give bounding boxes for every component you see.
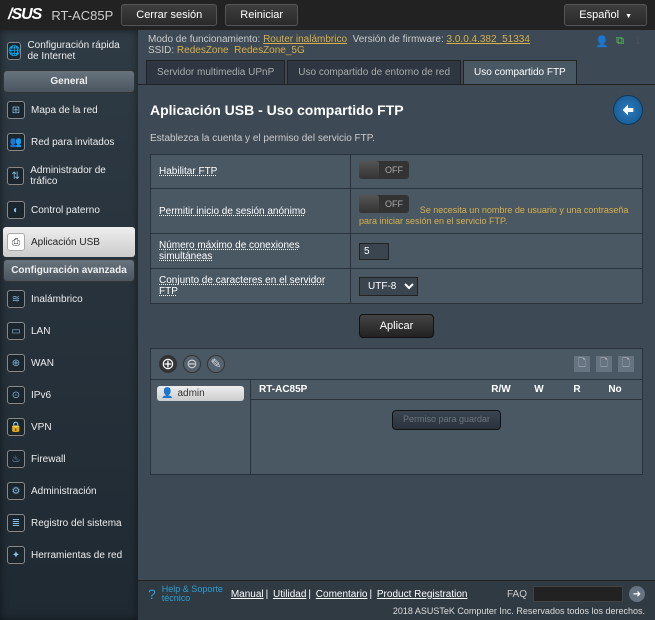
sidebar-section-general: General <box>3 70 135 93</box>
toggle-anonymous-login[interactable]: OFF <box>359 195 409 213</box>
language-dropdown[interactable]: Español▼ <box>564 4 647 26</box>
wireless-icon: ≋ <box>7 290 25 308</box>
doc-icon-2[interactable]: 🗋 <box>596 356 612 372</box>
back-arrow-icon <box>620 102 636 118</box>
col-no: No <box>596 384 634 395</box>
top-bar: /SUS RT-AC85P Cerrar sesión Reiniciar Es… <box>0 0 655 30</box>
firewall-icon: ♨ <box>7 450 25 468</box>
label-charset: Conjunto de caracteres en el servidor FT… <box>151 269 351 304</box>
tab-upnp[interactable]: Servidor multimedia UPnP <box>146 60 285 84</box>
parental-icon: ◐ <box>7 201 25 219</box>
label-max-connections: Número máximo de conexiones simultáneas <box>151 234 351 269</box>
label-enable-ftp: Habilitar FTP <box>151 155 351 189</box>
page-description: Establezca la cuenta y el permiso del se… <box>150 133 643 144</box>
sidebar-item-ipv6[interactable]: ⊙IPv6 <box>3 380 135 410</box>
faq-search-input[interactable] <box>533 586 623 602</box>
guest-icon: 👥 <box>7 133 25 151</box>
save-permission-button[interactable]: Permiso para guardar <box>392 410 501 430</box>
toggle-enable-ftp[interactable]: OFF <box>359 161 409 179</box>
tab-bar: Servidor multimedia UPnP Uso compartido … <box>138 60 655 85</box>
firmware-link[interactable]: 3.0.0.4.382_51334 <box>447 34 530 45</box>
link-manual[interactable]: Manual <box>231 589 264 600</box>
sidebar-item-network-tools[interactable]: ✦Herramientas de red <box>3 540 135 570</box>
copyright: 2018 ASUSTeK Computer Inc. Reservados to… <box>148 606 645 616</box>
edit-user-button[interactable]: ✎ <box>207 355 225 373</box>
faq-label: FAQ <box>507 589 527 600</box>
page-title: Aplicación USB - Uso compartido FTP <box>150 102 404 118</box>
sidebar-item-administration[interactable]: ⚙Administración <box>3 476 135 506</box>
info-bar: Modo de funcionamiento: Router inalámbri… <box>138 30 655 60</box>
status-icon-1: 👤 <box>595 34 609 48</box>
help-support-link[interactable]: Help & Soportetécnico <box>162 585 223 603</box>
ipv6-icon: ⊙ <box>7 386 25 404</box>
user-item-admin[interactable]: 👤 admin <box>157 386 244 401</box>
ssid-2: RedesZone_5G <box>234 45 305 56</box>
link-feedback[interactable]: Comentario <box>316 589 368 600</box>
sidebar-item-wireless[interactable]: ≋Inalámbrico <box>3 284 135 314</box>
sidebar-item-system-log[interactable]: ≣Registro del sistema <box>3 508 135 538</box>
sidebar-item-network-map[interactable]: ⊞Mapa de la red <box>3 95 135 125</box>
settings-table: Habilitar FTP OFF Permitir inicio de ses… <box>150 154 643 304</box>
faq-go-button[interactable]: ➜ <box>629 586 645 602</box>
log-icon: ≣ <box>7 514 25 532</box>
input-max-connections[interactable] <box>359 243 389 260</box>
sidebar-item-firewall[interactable]: ♨Firewall <box>3 444 135 474</box>
globe-icon: 🌐 <box>7 42 21 60</box>
traffic-icon: ⇅ <box>7 167 24 185</box>
reboot-button[interactable]: Reiniciar <box>225 4 298 26</box>
vpn-icon: 🔒 <box>7 418 25 436</box>
col-r: R <box>558 384 596 395</box>
link-utility[interactable]: Utilidad <box>273 589 306 600</box>
admin-icon: ⚙ <box>7 482 25 500</box>
status-icon-3: ⟟ <box>631 34 645 48</box>
map-icon: ⊞ <box>7 101 25 119</box>
footer-links: Manual| Utilidad| Comentario| Product Re… <box>229 589 470 600</box>
user-icon: 👤 <box>161 388 173 399</box>
select-charset[interactable]: UTF-8 <box>359 277 418 296</box>
col-w: W <box>520 384 558 395</box>
wan-icon: ⊕ <box>7 354 25 372</box>
operation-mode-link[interactable]: Router inalámbrico <box>263 34 347 45</box>
doc-icon-3[interactable]: 🗋 <box>618 356 634 372</box>
label-anonymous-login: Permitir inicio de sesión anónimo <box>151 189 351 234</box>
link-registration[interactable]: Product Registration <box>377 589 468 600</box>
sidebar-item-traffic-manager[interactable]: ⇅Administrador de tráfico <box>3 159 135 193</box>
sidebar-quick-setup[interactable]: 🌐 Configuración rápida de Internet <box>3 34 135 68</box>
sidebar-item-usb-application[interactable]: ⎙Aplicación USB <box>3 227 135 257</box>
sidebar: 🌐 Configuración rápida de Internet Gener… <box>0 30 138 620</box>
help-icon: ? <box>148 586 156 602</box>
remove-user-button[interactable]: ⊖ <box>183 355 201 373</box>
sidebar-section-advanced: Configuración avanzada <box>3 259 135 282</box>
status-icon-2: ⧉ <box>613 34 627 48</box>
model-name: RT-AC85P <box>51 8 113 23</box>
tools-icon: ✦ <box>7 546 25 564</box>
ssid-1: RedesZone <box>177 45 229 56</box>
brand-logo: /SUS <box>8 6 41 24</box>
doc-icon-1[interactable]: 🗋 <box>574 356 590 372</box>
apply-button[interactable]: Aplicar <box>359 314 435 338</box>
col-rw: R/W <box>482 384 520 395</box>
tab-ftp-share[interactable]: Uso compartido FTP <box>463 60 577 84</box>
logout-button[interactable]: Cerrar sesión <box>121 4 217 26</box>
footer: ? Help & Soportetécnico Manual| Utilidad… <box>138 580 655 620</box>
back-button[interactable] <box>613 95 643 125</box>
lan-icon: ▭ <box>7 322 25 340</box>
share-device-name: RT-AC85P <box>259 384 482 395</box>
sidebar-item-wan[interactable]: ⊕WAN <box>3 348 135 378</box>
sidebar-item-guest-network[interactable]: 👥Red para invitados <box>3 127 135 157</box>
sidebar-item-vpn[interactable]: 🔒VPN <box>3 412 135 442</box>
sidebar-item-parental-control[interactable]: ◐Control paterno <box>3 195 135 225</box>
sidebar-item-lan[interactable]: ▭LAN <box>3 316 135 346</box>
add-user-button[interactable]: ⊕ <box>159 355 177 373</box>
share-panel: ⊕ ⊖ ✎ 🗋 🗋 🗋 👤 admin <box>150 348 643 475</box>
tab-network-share[interactable]: Uso compartido de entorno de red <box>287 60 461 84</box>
usb-icon: ⎙ <box>7 233 25 251</box>
